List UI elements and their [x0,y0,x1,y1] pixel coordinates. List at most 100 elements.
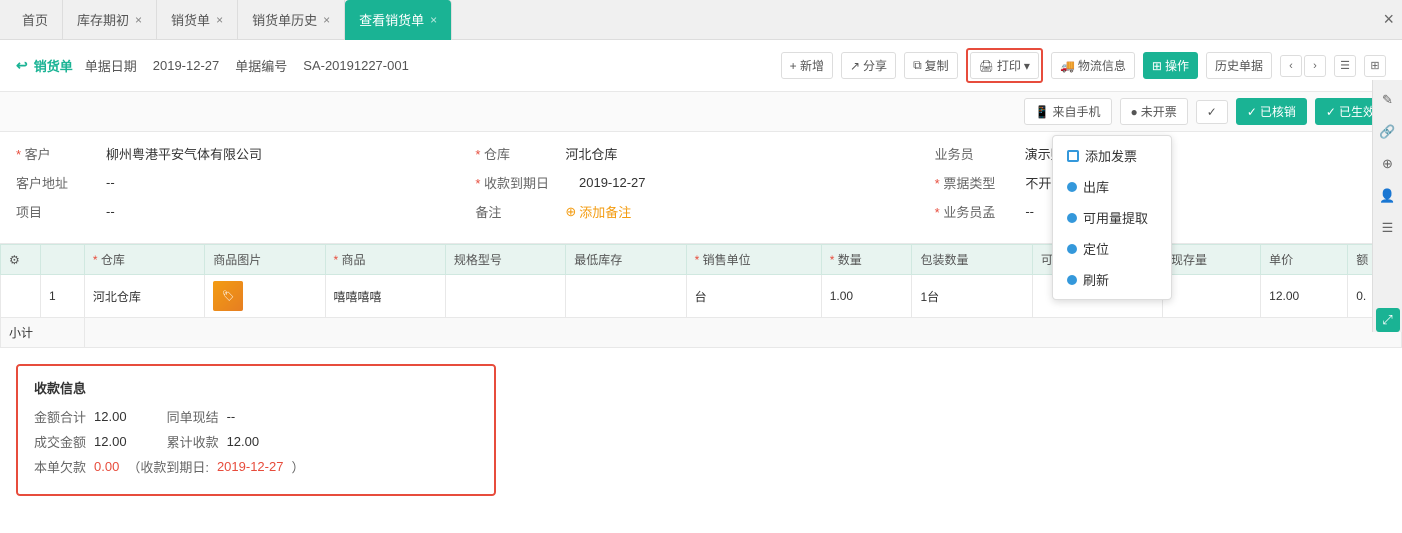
add-note-button[interactable]: ⊕ 添加备注 [565,202,631,221]
print-dropdown-icon: ▾ [1024,59,1030,73]
row-image: 🏷 [205,275,325,318]
copy-icon: ⧉ [913,58,922,73]
print-button[interactable]: 🖨 打印 ▾ [970,52,1039,79]
note-group: 备注 ⊕ 添加备注 [475,202,926,221]
new-button[interactable]: + 新增 [781,52,833,79]
row-product: 嘻嘻嘻嘻 [325,275,445,318]
row-unit-price: 12.00 [1261,275,1348,318]
row-unit: 台 [686,275,821,318]
tab-history-close[interactable]: × [323,13,330,27]
circle-plus-icon[interactable]: ⊕ [1376,152,1400,176]
from-phone-icon: 📱 [1035,105,1050,119]
add-invoice-item[interactable]: 添加发票 [1053,140,1171,171]
tab-home[interactable]: 首页 [8,0,63,40]
data-table: ⚙ 仓库 商品图片 商品 规格型号 最低库存 销售单位 数量 包装数量 可用量 … [0,244,1402,348]
print-highlight-box: 🖨 打印 ▾ [966,48,1043,83]
share-label: 分享 [863,57,887,74]
link-icon[interactable]: 🔗 [1376,120,1400,144]
already-effective-label: 已生效 [1339,103,1375,120]
row-current-stock [1163,275,1261,318]
product-thumbnail: 🏷 [213,281,243,311]
available-qty-item[interactable]: 可用量提取 [1053,202,1171,233]
customer-value: 柳州粤港平安气体有限公司 [106,144,262,163]
tab-bar: 首页 库存期初 × 销货单 × 销货单历史 × 查看销货单 × × [0,0,1402,40]
payment-box: 收款信息 金额合计 12.00 同单现结 -- 成交金额 12.00 [16,364,496,496]
ticket-label: 票据类型 [935,173,996,192]
not-opened-label: 未开票 [1141,103,1177,120]
user-icon[interactable]: 👤 [1376,184,1400,208]
from-phone-button[interactable]: 📱 来自手机 [1024,98,1112,125]
project-value: -- [106,204,115,219]
main-content: ↩ 销货单 单据日期 2019-12-27 单据编号 SA-20191227-0… [0,40,1402,533]
share-button[interactable]: ↗ 分享 [841,52,896,79]
copy-label: 复制 [925,57,949,74]
row-spec [445,275,565,318]
tab-inventory-label: 库存期初 [77,10,129,29]
tab-sales-history[interactable]: 销货单历史 × [238,0,345,40]
next-button[interactable]: › [1304,55,1326,77]
edit-icon[interactable]: ✎ [1376,88,1400,112]
number-value: SA-20191227-001 [303,58,409,73]
list-icon2[interactable]: ☰ [1376,216,1400,240]
location-item[interactable]: 定位 [1053,233,1171,264]
payment-row-3: 本单欠款 0.00 （收款到期日: 2019-12-27 ） [34,457,478,476]
row-package-qty: 1台 [912,275,1032,318]
project-row: 项目 -- 备注 ⊕ 添加备注 业务员孟 -- [16,202,1386,221]
col-warehouse: 仓库 [84,245,204,275]
address-row: 客户地址 -- 收款到期日 2019-12-27 票据类型 不开票 [16,173,1386,192]
already-sold-button[interactable]: ✓ 已核销 [1236,98,1307,125]
table-row: 1 河北仓库 🏷 嘻嘻嘻嘻 台 1.00 1台 12.00 [1,275,1402,318]
col-settings[interactable]: ⚙ [1,245,41,275]
doc-title-area: ↩ 销货单 单据日期 2019-12-27 单据编号 SA-20191227-0… [16,56,409,75]
doc-type-icon: ↩ [16,57,28,74]
check-sold-icon: ✓ [1247,105,1257,119]
not-opened-button[interactable]: ● 未开票 [1120,98,1188,125]
subtotal-label: 小计 [1,318,85,348]
operations-label: 操作 [1165,57,1189,74]
check-icon-button[interactable]: ✓ [1196,100,1228,124]
operations-button[interactable]: ⊞ 操作 [1143,52,1198,79]
staff-label: 业务员 [935,144,995,163]
location-label: 定位 [1083,239,1109,258]
tab-view-label: 查看销货单 [359,10,424,29]
row-num: 1 [41,275,85,318]
outbound-item[interactable]: 出库 [1053,171,1171,202]
refresh-item[interactable]: 刷新 [1053,264,1171,295]
prev-button[interactable]: ‹ [1280,55,1302,77]
staff2-value: -- [1025,204,1034,219]
doc-actions: + 新增 ↗ 分享 ⧉ 复制 🖨 打印 ▾ [781,48,1386,83]
warehouse-group: 仓库 河北仓库 [475,144,926,163]
print-icon: 🖨 [979,59,994,73]
balance-note-close: ） [291,457,304,476]
nav-arrows: ‹ › [1280,55,1326,77]
copy-button[interactable]: ⧉ 复制 [904,52,958,79]
window-close-button[interactable]: × [1383,9,1394,30]
col-current-stock: 现存量 [1163,245,1261,275]
share-icon: ↗ [850,59,860,73]
customer-label: 客户 [16,144,76,163]
tab-view-sales[interactable]: 查看销货单 × [345,0,452,40]
list-view-button[interactable]: ☰ [1334,55,1356,77]
due-date-value: 2019-12-27 [579,175,646,190]
sub-toolbar: 📱 来自手机 ● 未开票 ✓ ✓ 已核销 ✓ 已生效 [0,92,1402,132]
payment-row-1: 金额合计 12.00 同单现结 -- [34,407,478,426]
tab-sales-close[interactable]: × [216,13,223,27]
logistics-icon: 🚚 [1060,59,1075,73]
cumulative-item: 累计收款 12.00 [167,432,260,451]
grid-view-button[interactable]: ⊞ [1364,55,1386,77]
tab-sales-order[interactable]: 销货单 × [157,0,238,40]
tab-history-label: 销货单历史 [252,10,317,29]
tab-inventory-close[interactable]: × [135,13,142,27]
history-label: 历史单据 [1215,57,1263,74]
logistics-button[interactable]: 🚚 物流信息 [1051,52,1135,79]
address-value: -- [106,175,115,190]
tab-inventory-init[interactable]: 库存期初 × [63,0,157,40]
right-icons-panel: ✎ 🔗 ⊕ 👤 ☰ ⤢ [1372,80,1402,332]
history-button[interactable]: 历史单据 [1206,52,1272,79]
add-invoice-icon [1067,150,1079,162]
warehouse-label: 仓库 [475,144,535,163]
col-package-qty: 包装数量 [912,245,1032,275]
col-quantity: 数量 [821,245,912,275]
tab-view-close[interactable]: × [430,13,437,27]
expand-icon[interactable]: ⤢ [1376,308,1400,332]
